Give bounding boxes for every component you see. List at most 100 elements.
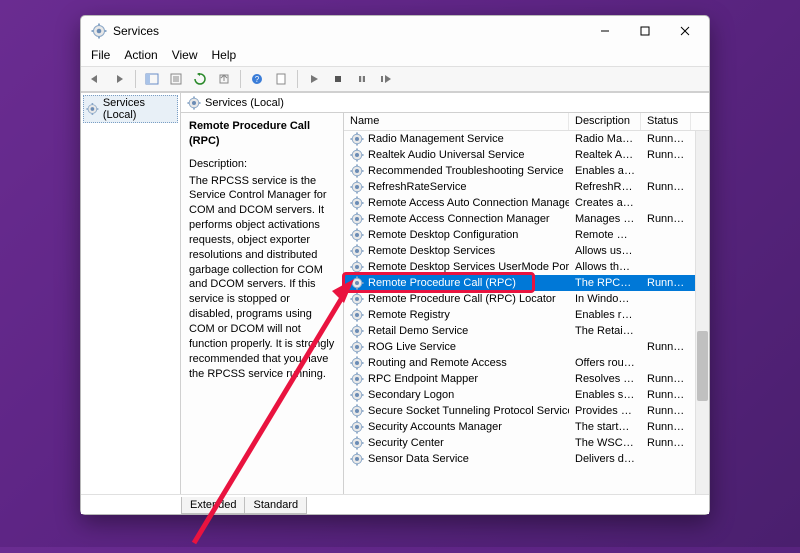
service-name: Routing and Remote Access <box>368 357 507 369</box>
table-row[interactable]: ROG Live ServiceRunning <box>344 339 709 355</box>
table-row[interactable]: Secure Socket Tunneling Protocol Service… <box>344 403 709 419</box>
service-name: RPC Endpoint Mapper <box>368 373 478 385</box>
export-button[interactable] <box>214 69 234 89</box>
table-row[interactable]: Routing and Remote AccessOffers routi... <box>344 355 709 371</box>
minimize-button[interactable] <box>585 17 625 45</box>
cell-description: Allows the re... <box>569 261 641 273</box>
table-row[interactable]: Remote Desktop Services UserMode Port Re… <box>344 259 709 275</box>
tree-root-item[interactable]: Services (Local) <box>83 95 178 123</box>
table-row[interactable]: Realtek Audio Universal ServiceRealtek A… <box>344 147 709 163</box>
table-row[interactable]: Sensor Data Service Delivers dat... <box>344 451 709 467</box>
cell-name: Realtek Audio Universal Service <box>344 148 569 162</box>
titlebar[interactable]: Services <box>81 16 709 46</box>
menu-view[interactable]: View <box>166 46 204 66</box>
menubar: File Action View Help <box>81 46 709 66</box>
service-name: Retail Demo Service <box>368 325 468 337</box>
service-name: Remote Registry <box>368 309 450 321</box>
cell-name: Remote Access Auto Connection Manager <box>344 196 569 210</box>
service-rows[interactable]: Radio Management ServiceRadio Mana...Run… <box>344 131 709 494</box>
body-area: Services (Local) Services (Local) Remote… <box>81 92 709 494</box>
close-button[interactable] <box>665 17 705 45</box>
service-icon <box>350 132 364 146</box>
table-row[interactable]: Remote Access Connection Manager Manages … <box>344 211 709 227</box>
table-row[interactable]: Remote Desktop Services Allows users ... <box>344 243 709 259</box>
tab-standard[interactable]: Standard <box>245 497 307 514</box>
col-header-description[interactable]: Description <box>569 113 641 130</box>
help-button[interactable]: ? <box>247 69 267 89</box>
service-name: Sensor Data Service <box>368 453 469 465</box>
tree-pane[interactable]: Services (Local) <box>81 93 181 494</box>
cell-name: Remote Access Connection Manager <box>344 212 569 226</box>
table-panel: Name Description Status Radio Management… <box>344 113 709 494</box>
maximize-button[interactable] <box>625 17 665 45</box>
table-row[interactable]: Recommended Troubleshooting ServiceEnabl… <box>344 163 709 179</box>
service-name: Secondary Logon <box>368 389 454 401</box>
forward-button[interactable] <box>109 69 129 89</box>
service-icon <box>350 420 364 434</box>
service-name: Security Center <box>368 437 444 449</box>
toolbar-separator <box>240 70 241 88</box>
cell-description: Manages di... <box>569 213 641 225</box>
cell-status: Running <box>641 373 691 385</box>
stop-service-button[interactable] <box>328 69 348 89</box>
table-row[interactable]: Security Accounts ManagerThe startup ...… <box>344 419 709 435</box>
service-icon <box>350 244 364 258</box>
cell-status: Running <box>641 213 691 225</box>
cell-name: Radio Management Service <box>344 132 569 146</box>
table-row[interactable]: Remote Procedure Call (RPC) LocatorIn Wi… <box>344 291 709 307</box>
services-icon <box>86 102 99 116</box>
service-name: Remote Access Connection Manager <box>368 213 550 225</box>
service-icon <box>350 180 364 194</box>
table-row[interactable]: Radio Management ServiceRadio Mana...Run… <box>344 131 709 147</box>
refresh-button[interactable] <box>190 69 210 89</box>
service-icon <box>350 276 364 290</box>
show-hide-button[interactable] <box>142 69 162 89</box>
cell-description: Delivers dat... <box>569 453 641 465</box>
cell-name: Retail Demo Service <box>344 324 569 338</box>
menu-help[interactable]: Help <box>206 46 243 66</box>
table-row[interactable]: Security CenterThe WSCSVC...Running <box>344 435 709 451</box>
service-name: Remote Desktop Services <box>368 245 495 257</box>
table-row[interactable]: RPC Endpoint MapperResolves RP...Running <box>344 371 709 387</box>
service-icon <box>350 452 364 466</box>
detail-desc-label: Description: <box>189 157 335 172</box>
col-header-name[interactable]: Name <box>344 113 569 130</box>
cell-name: Remote Registry <box>344 308 569 322</box>
table-row[interactable]: RefreshRateServiceRefreshRat...Running <box>344 179 709 195</box>
vertical-scrollbar[interactable] <box>695 131 709 494</box>
sheet-icon <box>275 73 287 85</box>
service-name: Remote Access Auto Connection Manager <box>368 197 569 209</box>
properties-button[interactable] <box>166 69 186 89</box>
start-service-button[interactable] <box>304 69 324 89</box>
cell-description: Radio Mana... <box>569 133 641 145</box>
svg-text:?: ? <box>255 75 260 84</box>
back-button[interactable] <box>85 69 105 89</box>
table-row[interactable]: Remote Procedure Call (RPC)The RPCSS s..… <box>344 275 709 291</box>
cell-description: Allows users ... <box>569 245 641 257</box>
panel-icon <box>145 73 159 85</box>
cell-status: Running <box>641 133 691 145</box>
cell-status: Running <box>641 421 691 433</box>
menu-file[interactable]: File <box>85 46 116 66</box>
cell-description: Creates a co... <box>569 197 641 209</box>
col-header-status[interactable]: Status <box>641 113 691 130</box>
table-row[interactable]: Secondary LogonEnables start...Running <box>344 387 709 403</box>
tab-extended[interactable]: Extended <box>181 497 245 514</box>
cell-name: Security Accounts Manager <box>344 420 569 434</box>
restart-service-button[interactable] <box>376 69 396 89</box>
sheet-button[interactable] <box>271 69 291 89</box>
table-row[interactable]: Remote RegistryEnables rem... <box>344 307 709 323</box>
cell-description: Enables aut... <box>569 165 641 177</box>
table-row[interactable]: Remote Desktop ConfigurationRemote Des..… <box>344 227 709 243</box>
cell-description: The startup ... <box>569 421 641 433</box>
table-row[interactable]: Retail Demo ServiceThe Retail D... <box>344 323 709 339</box>
service-icon <box>350 356 364 370</box>
pause-service-button[interactable] <box>352 69 372 89</box>
service-icon <box>350 196 364 210</box>
table-row[interactable]: Remote Access Auto Connection ManagerCre… <box>344 195 709 211</box>
window-controls <box>585 17 705 45</box>
menu-action[interactable]: Action <box>118 46 163 66</box>
scroll-thumb[interactable] <box>697 331 708 401</box>
cell-name: RPC Endpoint Mapper <box>344 372 569 386</box>
close-icon <box>680 26 690 36</box>
